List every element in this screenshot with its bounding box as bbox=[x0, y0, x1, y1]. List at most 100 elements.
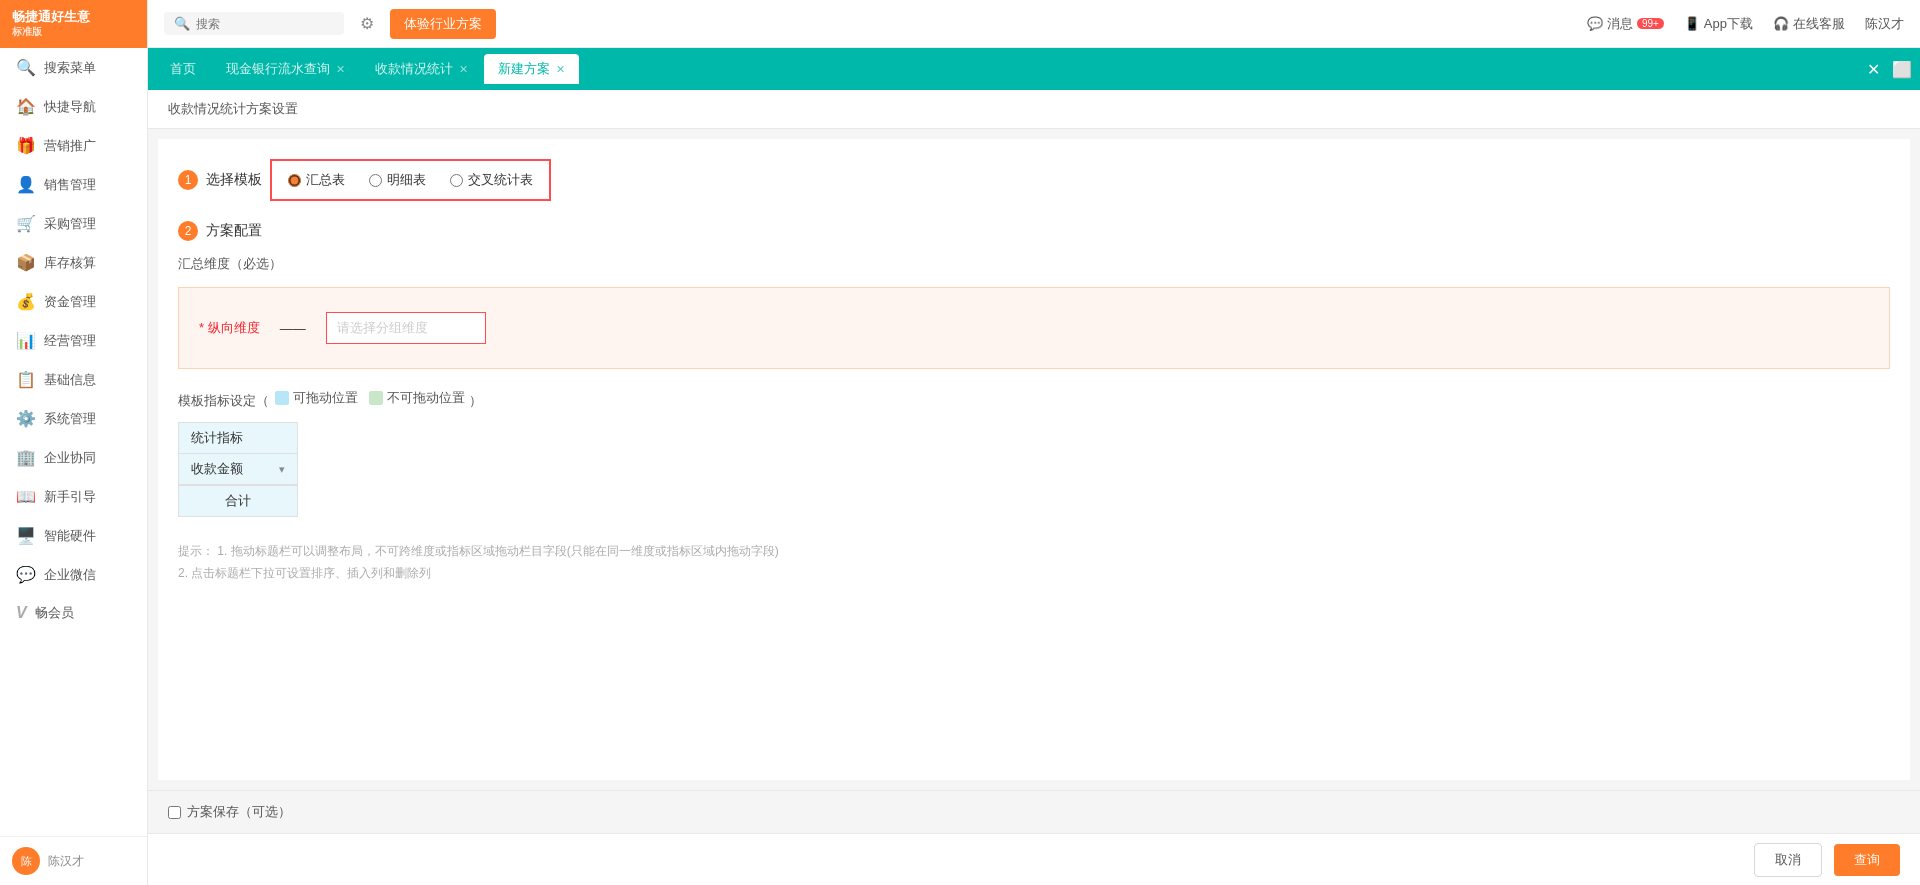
save-plan-checkbox-label[interactable]: 方案保存（可选） bbox=[168, 803, 1900, 821]
dimension-select[interactable]: 请选择分组维度 bbox=[326, 312, 486, 344]
tab-bank-flow-label: 现金银行流水查询 bbox=[226, 60, 330, 78]
search-icon: 🔍 bbox=[16, 58, 36, 77]
movable-legend-text: 可拖动位置 bbox=[293, 389, 358, 407]
radio-cross-label: 交叉统计表 bbox=[468, 171, 533, 189]
sidebar-item-label: 库存核算 bbox=[44, 254, 96, 272]
sidebar-item-label: 新手引导 bbox=[44, 488, 96, 506]
sidebar-item-operations[interactable]: 📊 经营管理 bbox=[0, 321, 147, 360]
tab-close-icon[interactable]: ✕ bbox=[556, 63, 565, 76]
app-download-label: App下载 bbox=[1704, 15, 1753, 33]
headset-icon: 🎧 bbox=[1773, 16, 1789, 31]
tab-new-plan[interactable]: 新建方案 ✕ bbox=[484, 54, 579, 84]
header-right: 💬 消息 99+ 📱 App下载 🎧 在线客服 陈汉才 bbox=[1587, 15, 1904, 33]
settings-icon[interactable]: ⚙ bbox=[360, 14, 374, 33]
book-icon: 📖 bbox=[16, 487, 36, 506]
sidebar-item-label: 畅会员 bbox=[35, 604, 74, 622]
step2-label: 方案配置 bbox=[206, 222, 262, 240]
step2-header: 2 方案配置 bbox=[178, 221, 1890, 241]
tab-bank-flow[interactable]: 现金银行流水查询 ✕ bbox=[212, 54, 359, 84]
monitor-icon: 🖥️ bbox=[16, 526, 36, 545]
close-tab-icon[interactable]: ✕ bbox=[1867, 60, 1880, 79]
radio-summary[interactable]: 汇总表 bbox=[288, 171, 345, 189]
tab-collection-stat[interactable]: 收款情况统计 ✕ bbox=[361, 54, 482, 84]
sidebar-item-label: 企业微信 bbox=[44, 566, 96, 584]
sidebar-item-enterprise[interactable]: 🏢 企业协同 bbox=[0, 438, 147, 477]
metrics-grid: 统计指标 收款金额 ▾ 合计 bbox=[178, 422, 1890, 517]
avatar: 陈 bbox=[12, 847, 40, 875]
notification-label: 消息 bbox=[1607, 15, 1633, 33]
sidebar-logo: 畅捷通好生意 标准版 bbox=[0, 0, 147, 48]
page-title-bar: 收款情况统计方案设置 bbox=[148, 90, 1920, 129]
hint-line-1: 提示： 1. 拖动标题栏可以调整布局，不可跨维度或指标区域拖动栏目字段(只能在同… bbox=[178, 541, 1890, 563]
sidebar-item-basic[interactable]: 📋 基础信息 bbox=[0, 360, 147, 399]
sidebar-item-label: 营销推广 bbox=[44, 137, 96, 155]
save-plan-checkbox[interactable] bbox=[168, 806, 181, 819]
cancel-button[interactable]: 取消 bbox=[1754, 843, 1822, 877]
metrics-group-header-label: 统计指标 bbox=[191, 429, 243, 447]
fixed-legend-text: 不可拖动位置 bbox=[387, 389, 465, 407]
metrics-group: 统计指标 收款金额 ▾ 合计 bbox=[178, 422, 298, 517]
online-service-item[interactable]: 🎧 在线客服 bbox=[1773, 15, 1845, 33]
user-icon: 👤 bbox=[16, 175, 36, 194]
footer-section: 方案保存（可选） bbox=[148, 790, 1920, 833]
metrics-group-header[interactable]: 统计指标 bbox=[179, 423, 297, 454]
clipboard-icon: 📋 bbox=[16, 370, 36, 389]
maximize-icon[interactable]: ⬜ bbox=[1892, 60, 1912, 79]
sidebar-item-label: 系统管理 bbox=[44, 410, 96, 428]
radio-cross[interactable]: 交叉统计表 bbox=[450, 171, 533, 189]
sidebar-item-sales[interactable]: 👤 销售管理 bbox=[0, 165, 147, 204]
industry-plan-button[interactable]: 体验行业方案 bbox=[390, 9, 496, 39]
step2-badge: 2 bbox=[178, 221, 198, 241]
app-download-item[interactable]: 📱 App下载 bbox=[1684, 15, 1753, 33]
metrics-col-header[interactable]: 收款金额 ▾ bbox=[179, 454, 297, 485]
query-button[interactable]: 查询 bbox=[1834, 844, 1900, 876]
metrics-section: 模板指标设定（ 可拖动位置 不可拖动位置 ） bbox=[178, 389, 1890, 517]
sidebar-item-label: 智能硬件 bbox=[44, 527, 96, 545]
dropdown-icon[interactable]: ▾ bbox=[279, 463, 285, 476]
tab-home-label: 首页 bbox=[170, 60, 196, 78]
header-search-box[interactable]: 🔍 bbox=[164, 12, 344, 35]
sidebar-item-wechat[interactable]: 💬 企业微信 bbox=[0, 555, 147, 594]
hint-section: 提示： 1. 拖动标题栏可以调整布局，不可跨维度或指标区域拖动栏目字段(只能在同… bbox=[178, 541, 1890, 584]
sidebar-item-quick-nav[interactable]: 🏠 快捷导航 bbox=[0, 87, 147, 126]
tab-new-plan-label: 新建方案 bbox=[498, 60, 550, 78]
logo-main-text: 畅捷通好生意 bbox=[12, 9, 90, 25]
sidebar-item-hardware[interactable]: 🖥️ 智能硬件 bbox=[0, 516, 147, 555]
sidebar-item-finance[interactable]: 💰 资金管理 bbox=[0, 282, 147, 321]
tab-bar: 首页 现金银行流水查询 ✕ 收款情况统计 ✕ 新建方案 ✕ ✕ ⬜ bbox=[148, 48, 1920, 90]
sidebar-item-inventory[interactable]: 📦 库存核算 bbox=[0, 243, 147, 282]
gear-icon: ⚙️ bbox=[16, 409, 36, 428]
sidebar-item-guide[interactable]: 📖 新手引导 bbox=[0, 477, 147, 516]
metrics-config-label: 模板指标设定（ 可拖动位置 不可拖动位置 ） bbox=[178, 389, 1890, 410]
step1-badge: 1 bbox=[178, 170, 198, 190]
dimension-select-placeholder: 请选择分组维度 bbox=[337, 320, 428, 335]
notification-badge: 99+ bbox=[1637, 18, 1664, 29]
form-container: 1 选择模板 汇总表 明细表 交叉统计表 bbox=[158, 139, 1910, 780]
cart-icon: 🛒 bbox=[16, 214, 36, 233]
radio-cross-input[interactable] bbox=[450, 174, 463, 187]
sidebar-item-label: 采购管理 bbox=[44, 215, 96, 233]
search-input[interactable] bbox=[196, 17, 326, 31]
sidebar-item-label: 快捷导航 bbox=[44, 98, 96, 116]
radio-summary-input[interactable] bbox=[288, 174, 301, 187]
movable-legend-dot bbox=[275, 391, 289, 405]
radio-detail[interactable]: 明细表 bbox=[369, 171, 426, 189]
sidebar: 畅捷通好生意 标准版 🔍 搜索菜单 🏠 快捷导航 🎁 营销推广 👤 销售管理 🛒… bbox=[0, 0, 148, 885]
step2-section: 2 方案配置 汇总维度（必选） * 纵向维度 —— 请选择分组维度 bbox=[178, 221, 1890, 584]
tab-close-icon[interactable]: ✕ bbox=[459, 63, 468, 76]
radio-detail-input[interactable] bbox=[369, 174, 382, 187]
sidebar-item-purchase[interactable]: 🛒 采购管理 bbox=[0, 204, 147, 243]
notification-item[interactable]: 💬 消息 99+ bbox=[1587, 15, 1664, 33]
tab-home[interactable]: 首页 bbox=[156, 54, 210, 84]
sidebar-item-member[interactable]: V 畅会员 bbox=[0, 594, 147, 632]
radio-summary-label: 汇总表 bbox=[306, 171, 345, 189]
dimension-row: * 纵向维度 —— 请选择分组维度 bbox=[199, 312, 1869, 344]
message-icon: 💬 bbox=[1587, 16, 1603, 31]
tab-bar-controls: ✕ ⬜ bbox=[1867, 60, 1912, 79]
sidebar-item-system[interactable]: ⚙️ 系统管理 bbox=[0, 399, 147, 438]
tab-close-icon[interactable]: ✕ bbox=[336, 63, 345, 76]
sidebar-item-search[interactable]: 🔍 搜索菜单 bbox=[0, 48, 147, 87]
sidebar-item-marketing[interactable]: 🎁 营销推广 bbox=[0, 126, 147, 165]
building-icon: 🏢 bbox=[16, 448, 36, 467]
sidebar-item-label: 企业协同 bbox=[44, 449, 96, 467]
